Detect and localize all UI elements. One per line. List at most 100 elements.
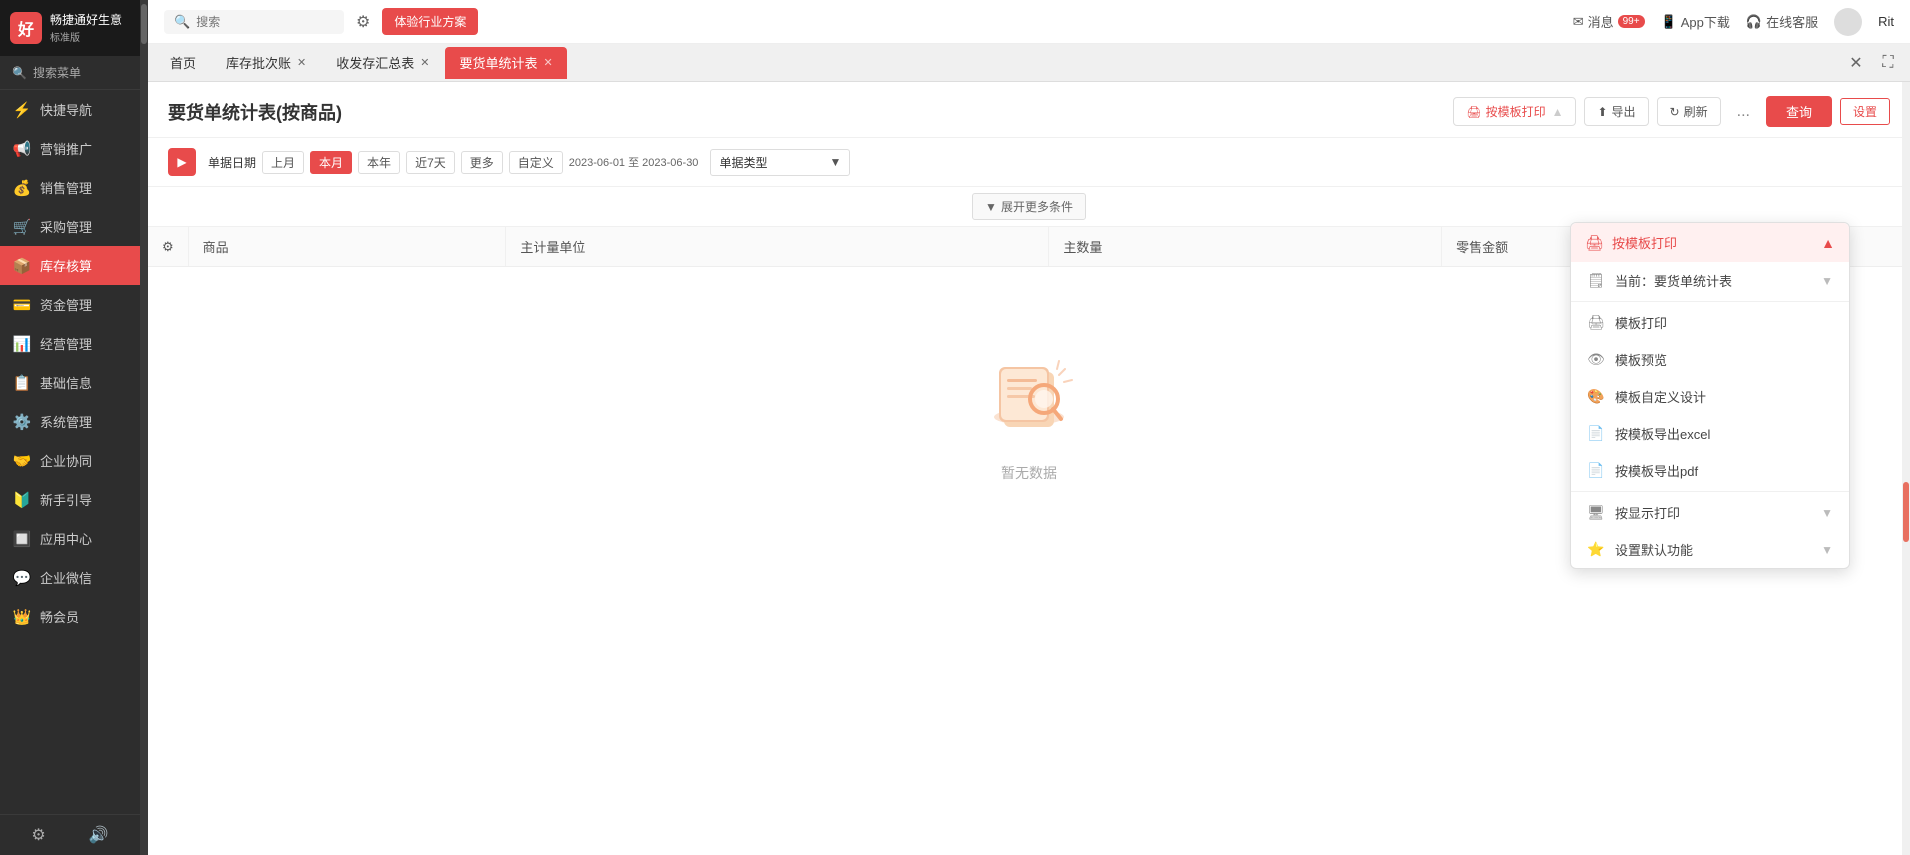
audio-footer-btn[interactable]: 🔊 (89, 825, 109, 845)
sidebar-item-purchase[interactable]: 🛒 采购管理 (0, 207, 140, 246)
app-badge: 标准版 (50, 29, 122, 44)
template-export-pdf-item[interactable]: 📄 按模板导出pdf (1571, 452, 1849, 489)
export-btn[interactable]: ⬆ 导出 (1584, 97, 1648, 126)
print-dropdown-title: 按模板打印 (1612, 233, 1677, 252)
right-scrollbar[interactable] (1902, 82, 1910, 855)
dropdown-divider-2 (1571, 491, 1849, 492)
tab-receipt-summary[interactable]: 收发存汇总表 ✕ (322, 47, 443, 79)
quick-nav-icon: ⚡ (12, 101, 32, 119)
sidebar-item-member[interactable]: 👑 畅会员 (0, 597, 140, 636)
header-gear-btn[interactable]: ⚙ (356, 12, 370, 32)
tab-batch-account-close[interactable]: ✕ (297, 56, 306, 69)
tabs-right-actions: ✕ ⛶ (1842, 49, 1902, 77)
tab-receipt-summary-close[interactable]: ✕ (420, 56, 429, 69)
messages-icon: ✉ (1573, 14, 1584, 30)
tab-order-stats-close[interactable]: ✕ (544, 56, 553, 69)
type-filter-label: 单据类型 (719, 154, 767, 171)
inventory-icon: 📦 (12, 257, 32, 275)
sidebar-item-system[interactable]: ⚙️ 系统管理 (0, 402, 140, 441)
tab-home[interactable]: 首页 (156, 47, 210, 79)
search-icon: 🔍 (12, 66, 27, 80)
trial-btn[interactable]: 体验行业方案 (382, 8, 478, 35)
date-btn-custom[interactable]: 自定义 (509, 151, 563, 174)
template-preview-item[interactable]: 👁 模板预览 (1571, 341, 1849, 378)
app-logo: 好 畅捷通好生意 标准版 (0, 0, 140, 56)
header-search-bar[interactable]: 🔍 (164, 10, 344, 34)
main-content: 🔍 ⚙ 体验行业方案 ✉ 消息 99+ 📱 App下载 🎧 在线客服 Rit (148, 0, 1910, 855)
sidebar: 好 畅捷通好生意 标准版 🔍 搜索菜单 ⚡ 快捷导航 📢 营销推广 💰 销售管理… (0, 0, 140, 855)
more-actions-btn[interactable]: ... (1729, 99, 1758, 125)
display-print-item[interactable]: 🖥 按显示打印 ▼ (1571, 494, 1849, 531)
guide-icon: 🔰 (12, 491, 32, 509)
sidebar-item-label: 基础信息 (40, 373, 92, 392)
sidebar-item-marketing[interactable]: 📢 营销推广 (0, 129, 140, 168)
sidebar-item-label: 库存核算 (40, 256, 92, 275)
tab-batch-account[interactable]: 库存批次账 ✕ (212, 47, 320, 79)
header-right: ✉ 消息 99+ 📱 App下载 🎧 在线客服 Rit (1573, 8, 1894, 36)
date-btn-this-year[interactable]: 本年 (358, 151, 400, 174)
messages-btn[interactable]: ✉ 消息 99+ (1573, 12, 1645, 31)
current-template-item[interactable]: 🗒 当前：要货单统计表 ▼ (1571, 262, 1849, 299)
toolbar-expand-btn[interactable]: ▶ (168, 148, 196, 176)
expand-icon: ▼ (985, 200, 997, 214)
expand-more-label: 展开更多条件 (1001, 198, 1073, 215)
print-dropdown-header[interactable]: 🖨 按模板打印 ▲ (1571, 223, 1849, 262)
search-menu-btn[interactable]: 🔍 搜索菜单 (0, 56, 140, 90)
expand-more-btn[interactable]: ▼ 展开更多条件 (972, 193, 1086, 220)
date-btn-last-month[interactable]: 上月 (262, 151, 304, 174)
tabs-bar: 首页 库存批次账 ✕ 收发存汇总表 ✕ 要货单统计表 ✕ ✕ ⛶ (148, 44, 1910, 82)
sidebar-item-sales[interactable]: 💰 销售管理 (0, 168, 140, 207)
marketing-icon: 📢 (12, 140, 32, 158)
template-export-excel-icon: 📄 (1587, 425, 1605, 442)
sidebar-scrollbar[interactable] (140, 0, 148, 855)
sidebar-item-apps[interactable]: 🔲 应用中心 (0, 519, 140, 558)
sidebar-item-operation[interactable]: 📊 经营管理 (0, 324, 140, 363)
refresh-btn[interactable]: ↻ 刷新 (1657, 97, 1721, 126)
tabs-maximize-btn[interactable]: ⛶ (1874, 49, 1902, 77)
header-search-icon: 🔍 (174, 14, 190, 30)
query-btn[interactable]: 查询 (1766, 96, 1832, 127)
app-download-btn[interactable]: 📱 App下载 (1661, 12, 1730, 31)
online-service-btn[interactable]: 🎧 在线客服 (1746, 12, 1818, 31)
template-custom-item[interactable]: 🎨 模板自定义设计 (1571, 378, 1849, 415)
sidebar-item-quick-nav[interactable]: ⚡ 快捷导航 (0, 90, 140, 129)
date-btn-7days[interactable]: 近7天 (406, 151, 455, 174)
col-settings[interactable]: ⚙ (148, 227, 188, 267)
template-export-excel-item[interactable]: 📄 按模板导出excel (1571, 415, 1849, 452)
sidebar-footer: ⚙ 🔊 (0, 814, 140, 855)
sidebar-item-guide[interactable]: 🔰 新手引导 (0, 480, 140, 519)
sidebar-item-label: 企业微信 (40, 568, 92, 587)
type-filter-select[interactable]: 单据类型 ▼ (710, 149, 850, 176)
template-print-item[interactable]: 🖨 模板打印 (1571, 304, 1849, 341)
header-search-input[interactable] (196, 15, 316, 29)
empty-text: 暂无数据 (1001, 463, 1057, 483)
settings-footer-btn[interactable]: ⚙ (31, 825, 45, 845)
sidebar-item-collab[interactable]: 🤝 企业协同 (0, 441, 140, 480)
tab-receipt-summary-label: 收发存汇总表 (336, 53, 414, 72)
set-default-item[interactable]: ⭐ 设置默认功能 ▼ (1571, 531, 1849, 568)
date-filter-label: 单据日期 (208, 154, 256, 171)
filters-toolbar: ▶ 单据日期 上月 本月 本年 近7天 更多 自定义 2023-06-01 至 … (148, 138, 1910, 187)
date-btn-this-month[interactable]: 本月 (310, 151, 352, 174)
date-btn-more[interactable]: 更多 (461, 151, 503, 174)
search-menu-label: 搜索菜单 (33, 64, 81, 81)
tabs-close-all-btn[interactable]: ✕ (1842, 49, 1870, 77)
user-avatar[interactable] (1834, 8, 1862, 36)
sidebar-item-basic[interactable]: 📋 基础信息 (0, 363, 140, 402)
print-dropdown-icon: 🖨 (1585, 234, 1604, 252)
sales-icon: 💰 (12, 179, 32, 197)
sidebar-item-label: 经营管理 (40, 334, 92, 353)
sidebar-item-inventory[interactable]: 📦 库存核算 (0, 246, 140, 285)
sidebar-item-finance[interactable]: 💳 资金管理 (0, 285, 140, 324)
settings-btn[interactable]: 设置 (1840, 98, 1890, 125)
template-export-excel-label: 按模板导出excel (1615, 424, 1710, 443)
set-default-icon: ⭐ (1587, 541, 1605, 558)
print-dropdown-close-icon[interactable]: ▲ (1821, 235, 1835, 251)
date-range-text: 2023-06-01 至 2023-06-30 (569, 154, 699, 170)
messages-label: 消息 (1588, 12, 1614, 31)
sidebar-item-wechat[interactable]: 💬 企业微信 (0, 558, 140, 597)
tab-order-stats[interactable]: 要货单统计表 ✕ (445, 47, 566, 79)
print-template-btn[interactable]: 🖨 按模板打印 ▲ (1453, 97, 1576, 126)
top-action-bar: 🖨 按模板打印 ▲ ⬆ 导出 ↻ 刷新 ... 查询 设置 (1453, 96, 1890, 127)
refresh-label: 刷新 (1684, 103, 1708, 120)
